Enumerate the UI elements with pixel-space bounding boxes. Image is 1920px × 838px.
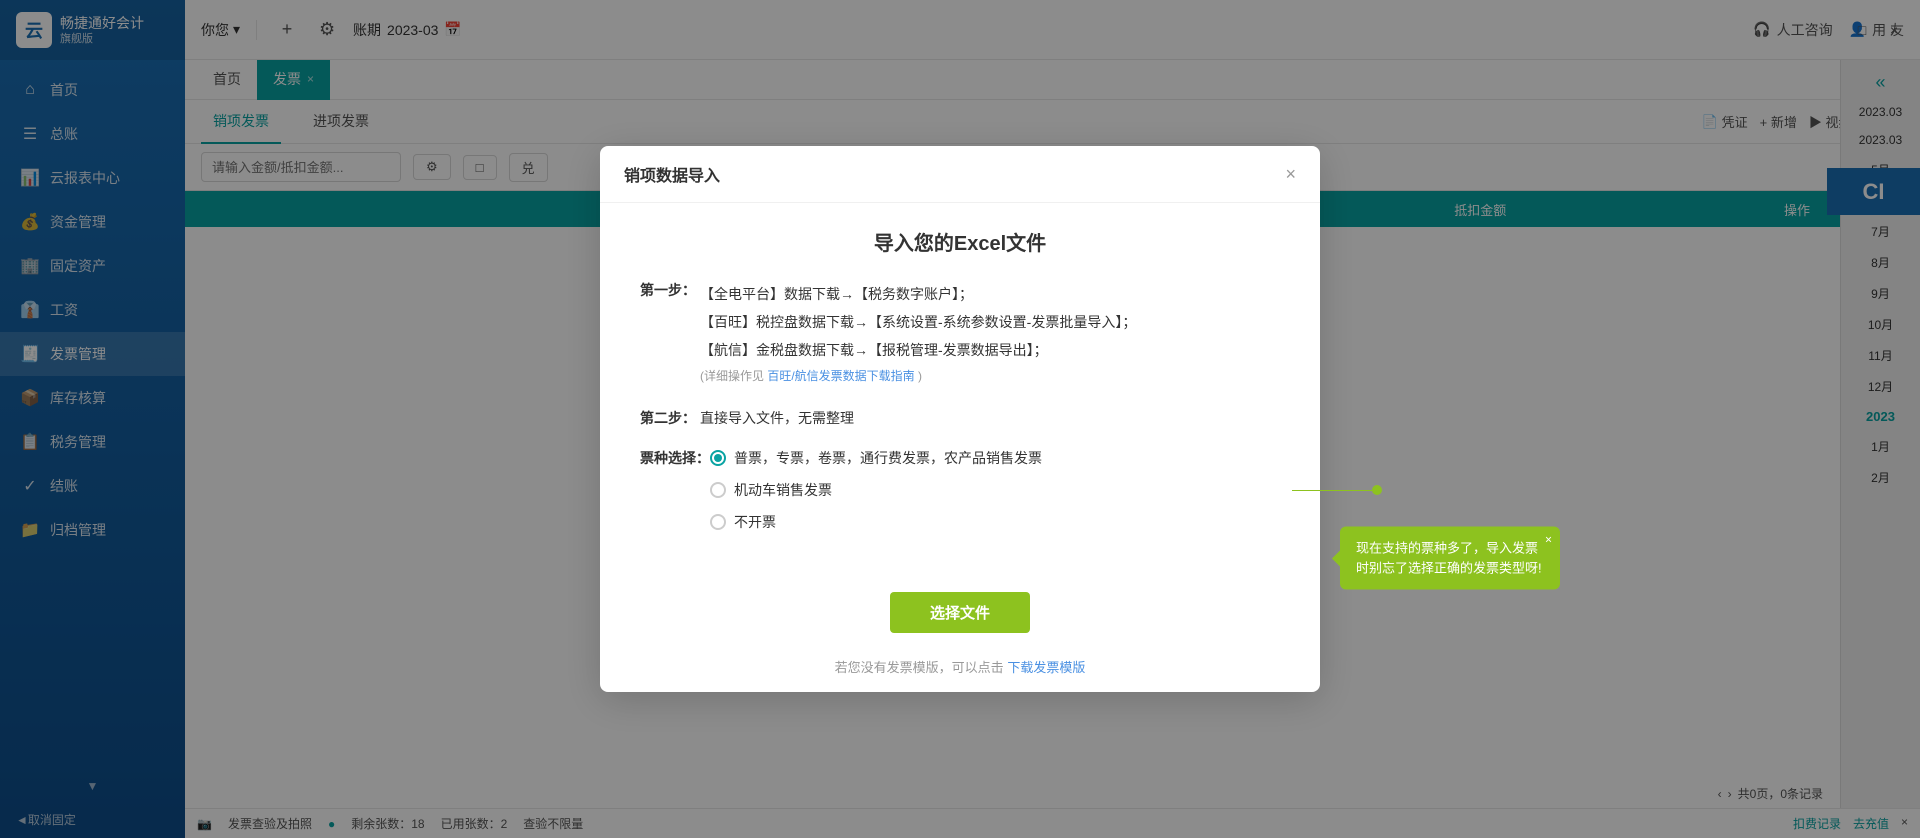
radio-motor[interactable]: 机动车销售发票	[710, 480, 1042, 500]
step2: 第二步： 直接导入文件，无需整理	[640, 408, 1280, 428]
step1: 第一步： 【全电平台】数据下载→【税务数字账户】； 【百旺】税控盘数据下载→【系…	[640, 280, 1280, 388]
step1-label: 第一步：	[640, 280, 700, 300]
step2-label: 第二步：	[640, 408, 700, 428]
modal-footer: 选择文件	[600, 576, 1320, 657]
radio-general[interactable]: 普票，专票，卷票，通行费发票，农产品销售发票	[710, 448, 1042, 468]
radio-none[interactable]: 不开票	[710, 512, 1042, 532]
tooltip-bubble: × 现在支持的票种多了，导入发票时别忘了选择正确的发票类型呀!	[1340, 527, 1560, 590]
close-tooltip-button[interactable]: ×	[1545, 531, 1552, 549]
radio-motor-circle	[710, 482, 726, 498]
radio-none-circle	[710, 514, 726, 530]
tooltip-connector	[1292, 485, 1382, 495]
ticket-selection: 票种选择： 普票，专票，卷票，通行费发票，农产品销售发票 机动车销售发票	[640, 448, 1280, 532]
step1-content: 【全电平台】数据下载→【税务数字账户】； 【百旺】税控盘数据下载→【系统设置-系…	[700, 280, 1136, 388]
tooltip-text: 现在支持的票种多了，导入发票时别忘了选择正确的发票类型呀!	[1356, 541, 1542, 576]
select-file-button[interactable]: 选择文件	[890, 592, 1030, 633]
modal-subtitle: 导入您的Excel文件	[640, 227, 1280, 256]
download-template-link[interactable]: 下载发票模版	[1007, 660, 1085, 675]
modal-close-button[interactable]: ×	[1285, 164, 1296, 185]
ticket-label: 票种选择：	[640, 448, 710, 468]
tooltip-arrow	[1332, 550, 1340, 566]
import-modal: 销项数据导入 × 导入您的Excel文件 第一步： 【全电平台】数据下载→【税务…	[600, 146, 1320, 692]
guide-link[interactable]: 百旺/航信发票数据下载指南	[767, 369, 914, 383]
modal-body: 导入您的Excel文件 第一步： 【全电平台】数据下载→【税务数字账户】； 【百…	[600, 203, 1320, 576]
step2-content: 直接导入文件，无需整理	[700, 408, 854, 428]
modal-title: 销项数据导入	[624, 162, 720, 186]
modal-template: 若您没有发票模版，可以点击 下载发票模版	[600, 657, 1320, 692]
modal-overlay: 销项数据导入 × 导入您的Excel文件 第一步： 【全电平台】数据下载→【税务…	[0, 0, 1920, 838]
radio-group: 普票，专票，卷票，通行费发票，农产品销售发票 机动车销售发票 不开票	[710, 448, 1042, 532]
radio-general-circle	[710, 450, 726, 466]
modal-header: 销项数据导入 ×	[600, 146, 1320, 203]
